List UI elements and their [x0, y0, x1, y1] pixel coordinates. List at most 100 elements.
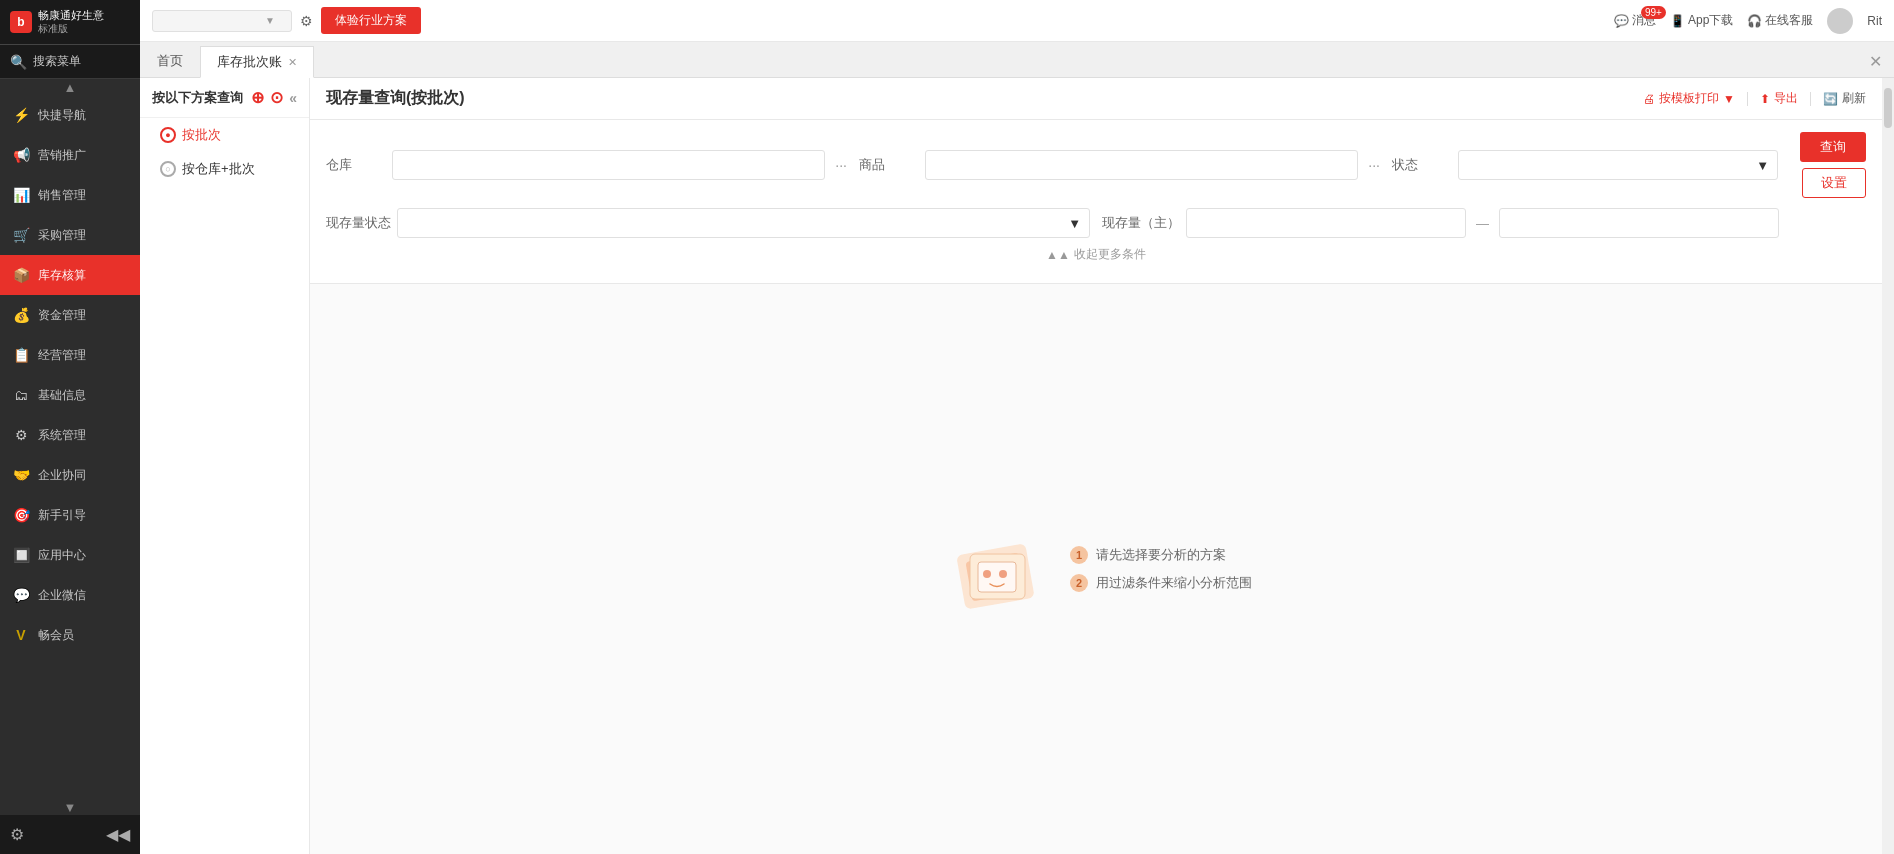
right-scrollbar[interactable]	[1882, 78, 1894, 854]
sidebar-item-apps[interactable]: 🔲 应用中心	[0, 535, 140, 575]
topbar: ▼ ⚙ 体验行业方案 💬 消息 99+ 📱 App下载 🎧 在线客服	[140, 0, 1894, 42]
refresh-btn[interactable]: 🔄 刷新	[1823, 90, 1866, 107]
collapse-up-icon: ▲▲	[1046, 248, 1070, 262]
topbar-right: 💬 消息 99+ 📱 App下载 🎧 在线客服 Rit	[1614, 8, 1882, 34]
trial-btn[interactable]: 体验行业方案	[321, 7, 421, 34]
query-btn[interactable]: 查询	[1800, 132, 1866, 162]
service-label: 在线客服	[1765, 12, 1813, 29]
sidebar-item-inventory[interactable]: 📦 库存核算	[0, 255, 140, 295]
close-panel-btn[interactable]: ✕	[1857, 46, 1894, 77]
app-download-label: App下载	[1688, 12, 1733, 29]
sidebar-scroll-up[interactable]: ▲	[0, 79, 140, 95]
sidebar-item-system[interactable]: ⚙ 系统管理	[0, 415, 140, 455]
sidebar-search[interactable]: 🔍 搜索菜单	[0, 45, 140, 79]
sidebar-item-marketing[interactable]: 📢 营销推广	[0, 135, 140, 175]
sidebar-item-member[interactable]: V 畅会员	[0, 615, 140, 655]
inventory-status-select[interactable]: ▼	[397, 208, 1090, 238]
inventory-icon: 📦	[12, 266, 30, 284]
warehouse-input[interactable]	[392, 150, 825, 180]
sidebar-scroll-down[interactable]: ▼	[0, 799, 140, 815]
sidebar-item-label: 新手引导	[38, 507, 86, 524]
message-badge: 99+	[1641, 6, 1666, 19]
scheme-settings-icon[interactable]: ⊙	[270, 88, 283, 107]
sidebar-item-wechat[interactable]: 💬 企业微信	[0, 575, 140, 615]
scheme-item-warehouse-batch[interactable]: ○ 按仓库+批次	[140, 152, 309, 186]
status-select[interactable]: ▼	[1458, 150, 1778, 180]
product-more-icon[interactable]: ···	[1368, 157, 1380, 173]
svg-rect-3	[978, 562, 1016, 592]
sidebar-header: b 畅康通好生意 标准版	[0, 0, 140, 45]
user-avatar[interactable]	[1827, 8, 1853, 34]
warehouse-field: 仓库 ···	[326, 150, 847, 180]
empty-state: 1 请先选择要分析的方案 2 用过滤条件来缩小分析范围	[310, 284, 1882, 854]
inventory-status-dropdown-icon: ▼	[1068, 216, 1081, 231]
sidebar-item-enterprise[interactable]: 🤝 企业协同	[0, 455, 140, 495]
collapse-sidebar-icon[interactable]: ◀◀	[106, 825, 130, 844]
step-2-text: 用过滤条件来缩小分析范围	[1096, 574, 1252, 592]
service-icon: 🎧	[1747, 14, 1762, 28]
search-icon: 🔍	[10, 54, 27, 70]
message-btn[interactable]: 💬 消息 99+	[1614, 12, 1656, 29]
sidebar-item-operations[interactable]: 📋 经营管理	[0, 335, 140, 375]
topbar-search-box[interactable]: ▼	[152, 10, 292, 32]
inventory-qty-max-input[interactable]	[1499, 208, 1779, 238]
sidebar-item-sales[interactable]: 📊 销售管理	[0, 175, 140, 215]
topbar-dropdown-icon: ▼	[265, 15, 275, 26]
inventory-qty-field: 现存量（主） —	[1102, 208, 1866, 238]
app-logo: b	[10, 11, 32, 33]
collapse-label: 收起更多条件	[1074, 246, 1146, 263]
scheme-active-icon: ●	[160, 127, 176, 143]
svg-point-5	[999, 570, 1007, 578]
filter-row-2: 现存量状态 ▼ 现存量（主） —	[326, 208, 1866, 238]
topbar-search-input[interactable]	[161, 14, 261, 28]
tab-home[interactable]: 首页	[140, 45, 200, 77]
sidebar-item-label: 资金管理	[38, 307, 86, 324]
finance-icon: 💰	[12, 306, 30, 324]
app-subtitle: 标准版	[38, 22, 104, 36]
scheme-outline-icon: ○	[160, 161, 176, 177]
message-icon: 💬	[1614, 14, 1629, 28]
product-input[interactable]	[925, 150, 1358, 180]
sidebar-item-basic-info[interactable]: 🗂 基础信息	[0, 375, 140, 415]
inventory-qty-label: 现存量（主）	[1102, 214, 1180, 232]
shortcuts-icon: ⚡	[12, 106, 30, 124]
print-btn[interactable]: 🖨 按模板打印 ▼	[1643, 90, 1735, 107]
sidebar-item-guide[interactable]: 🎯 新手引导	[0, 495, 140, 535]
sidebar-item-label: 基础信息	[38, 387, 86, 404]
sidebar-footer: ⚙ ◀◀	[0, 815, 140, 854]
qty-dash: —	[1472, 216, 1493, 231]
scroll-handle	[1884, 88, 1892, 128]
step-2-num: 2	[1070, 574, 1088, 592]
add-scheme-btn[interactable]: ⊕	[251, 88, 264, 107]
collapse-left-panel-icon[interactable]: «	[289, 90, 297, 106]
sidebar-item-purchase[interactable]: 🛒 采购管理	[0, 215, 140, 255]
tab-batch-account[interactable]: 库存批次账 ✕	[200, 46, 314, 78]
scheme-item-batch[interactable]: ● 按批次	[140, 118, 309, 152]
guide-icon: 🎯	[12, 506, 30, 524]
sidebar-item-label: 销售管理	[38, 187, 86, 204]
page-header: 现存量查询(按批次) 🖨 按模板打印 ▼ ⬆ 导出	[310, 78, 1882, 120]
sidebar-item-label: 快捷导航	[38, 107, 86, 124]
operations-icon: 📋	[12, 346, 30, 364]
divider2	[1810, 92, 1811, 106]
app-download-btn[interactable]: 📱 App下载	[1670, 12, 1733, 29]
settings-footer-icon[interactable]: ⚙	[10, 825, 24, 844]
warehouse-more-icon[interactable]: ···	[835, 157, 847, 173]
inventory-qty-min-input[interactable]	[1186, 208, 1466, 238]
status-field: 状态 ▼	[1392, 150, 1778, 180]
tab-close-icon[interactable]: ✕	[288, 56, 297, 69]
sidebar-item-label: 库存核算	[38, 267, 86, 284]
sidebar-item-shortcuts[interactable]: ⚡ 快捷导航	[0, 95, 140, 135]
filter-row-1: 仓库 ··· 商品 ··· 状态	[326, 132, 1866, 198]
left-panel: 按以下方案查询 ⊕ ⊙ « ● 按批次 ○ 按仓库+批次	[140, 78, 310, 854]
topbar-gear-icon[interactable]: ⚙	[300, 13, 313, 29]
set-btn[interactable]: 设置	[1802, 168, 1866, 198]
collapse-more-btn[interactable]: ▲▲ 收起更多条件	[326, 238, 1866, 271]
online-service-btn[interactable]: 🎧 在线客服	[1747, 12, 1813, 29]
sidebar-item-finance[interactable]: 💰 资金管理	[0, 295, 140, 335]
content-area: 按以下方案查询 ⊕ ⊙ « ● 按批次 ○ 按仓库+批次	[140, 78, 1894, 854]
right-content: 现存量查询(按批次) 🖨 按模板打印 ▼ ⬆ 导出	[310, 78, 1882, 854]
empty-icon	[940, 519, 1040, 619]
export-btn[interactable]: ⬆ 导出	[1760, 90, 1798, 107]
wechat-icon: 💬	[12, 586, 30, 604]
